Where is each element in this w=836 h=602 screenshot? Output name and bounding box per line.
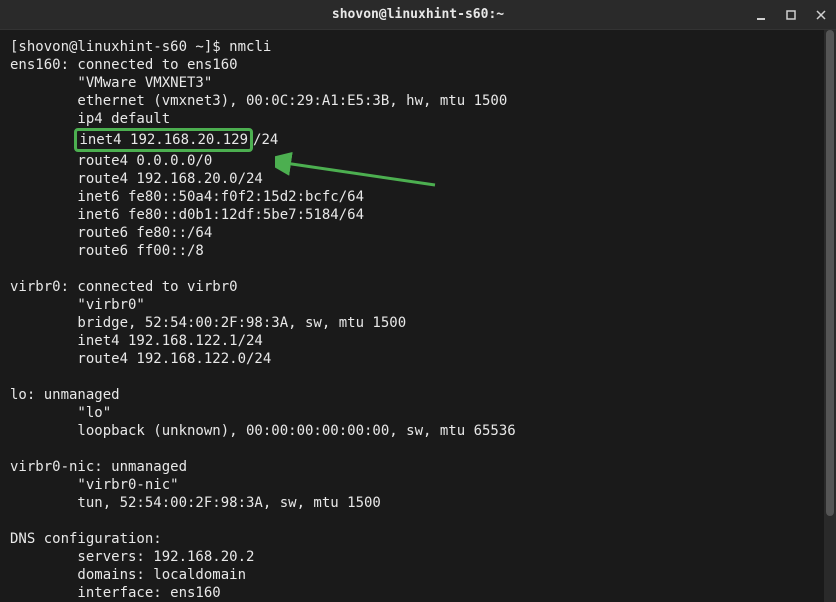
window-title: shovon@linuxhint-s60:~ — [332, 7, 504, 22]
ens160-route4-2: route4 192.168.20.0/24 — [10, 170, 826, 188]
blank-4 — [10, 512, 826, 530]
ens160-inet4-line: inet4 192.168.20.129/24 — [10, 128, 826, 152]
ens160-header: ens160: connected to ens160 — [10, 56, 826, 74]
ens160-ip4default: ip4 default — [10, 110, 826, 128]
blank-3 — [10, 440, 826, 458]
lo-name: "lo" — [10, 404, 826, 422]
lo-loopback: loopback (unknown), 00:00:00:00:00:00, s… — [10, 422, 826, 440]
prompt-line: [shovon@linuxhint-s60 ~]$ nmcli — [10, 38, 826, 56]
virbr0nic-header: virbr0-nic: unmanaged — [10, 458, 826, 476]
virbr0-route4: route4 192.168.122.0/24 — [10, 350, 826, 368]
close-icon[interactable] — [814, 8, 828, 22]
minimize-icon[interactable] — [754, 8, 768, 22]
virbr0nic-name: "virbr0-nic" — [10, 476, 826, 494]
ens160-route4-1: route4 0.0.0.0/0 — [10, 152, 826, 170]
inet4-highlight-box: inet4 192.168.20.129 — [74, 128, 253, 152]
inet4-indent — [10, 132, 77, 148]
ens160-inet6-2: inet6 fe80::d0b1:12df:5be7:5184/64 — [10, 206, 826, 224]
ens160-inet6-1: inet6 fe80::50a4:f0f2:15d2:bcfc/64 — [10, 188, 826, 206]
command-text: nmcli — [229, 39, 271, 55]
virbr0-bridge: bridge, 52:54:00:2F:98:3A, sw, mtu 1500 — [10, 314, 826, 332]
scrollbar-track[interactable] — [824, 30, 836, 602]
scrollbar-thumb[interactable] — [826, 30, 834, 516]
inet4-suffix: /24 — [253, 132, 278, 148]
dns-domains: domains: localdomain — [10, 566, 826, 584]
ens160-ethernet: ethernet (vmxnet3), 00:0C:29:A1:E5:3B, h… — [10, 92, 826, 110]
prompt-text: [shovon@linuxhint-s60 ~]$ — [10, 39, 229, 55]
dns-header: DNS configuration: — [10, 530, 826, 548]
ens160-name: "VMware VMXNET3" — [10, 74, 826, 92]
titlebar: shovon@linuxhint-s60:~ — [0, 0, 836, 30]
terminal-body[interactable]: [shovon@linuxhint-s60 ~]$ nmcli ens160: … — [0, 30, 836, 602]
dns-interface: interface: ens160 — [10, 584, 826, 602]
virbr0-header: virbr0: connected to virbr0 — [10, 278, 826, 296]
dns-servers: servers: 192.168.20.2 — [10, 548, 826, 566]
maximize-icon[interactable] — [784, 8, 798, 22]
virbr0-name: "virbr0" — [10, 296, 826, 314]
lo-header: lo: unmanaged — [10, 386, 826, 404]
blank-2 — [10, 368, 826, 386]
window-controls — [754, 8, 828, 22]
ens160-route6-1: route6 fe80::/64 — [10, 224, 826, 242]
virbr0-inet4: inet4 192.168.122.1/24 — [10, 332, 826, 350]
virbr0nic-tun: tun, 52:54:00:2F:98:3A, sw, mtu 1500 — [10, 494, 826, 512]
blank-1 — [10, 260, 826, 278]
ens160-route6-2: route6 ff00::/8 — [10, 242, 826, 260]
